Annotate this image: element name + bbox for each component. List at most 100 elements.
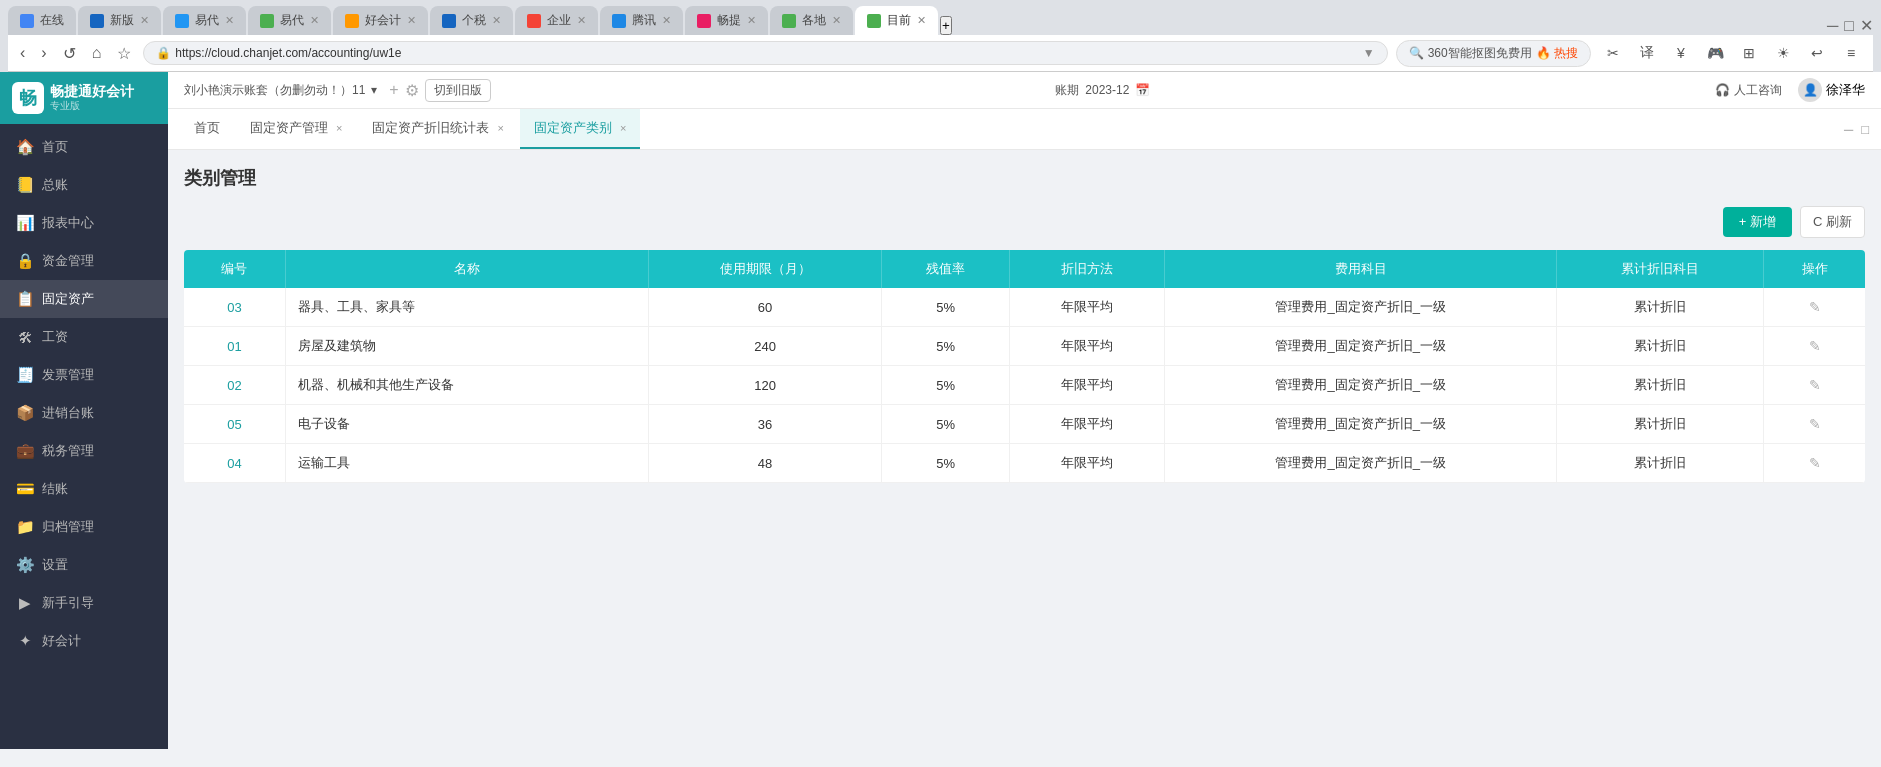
browser-tab-4[interactable]: 好会计 ✕ [333, 6, 428, 35]
dropdown-icon[interactable]: ▼ [1363, 46, 1375, 60]
tab-close-2[interactable]: ✕ [225, 14, 234, 27]
period-info: 账期 2023-12 📅 [1055, 82, 1150, 99]
tab-close-5[interactable]: ✕ [492, 14, 501, 27]
edit-icon-1[interactable]: ✎ [1809, 338, 1821, 354]
reload-btn[interactable]: ↺ [59, 42, 80, 65]
add-category-button[interactable]: + 新增 [1723, 207, 1792, 237]
browser-tab-2[interactable]: 易代 ✕ [163, 6, 246, 35]
game-icon[interactable]: 🎮 [1701, 39, 1729, 67]
cell-period-3: 36 [649, 405, 882, 444]
back-btn[interactable]: ‹ [16, 42, 29, 64]
sidebar-label-fixed-assets: 固定资产 [42, 290, 94, 308]
browser-tab-3[interactable]: 易代 ✕ [248, 6, 331, 35]
cell-residual-2: 5% [881, 366, 1009, 405]
browser-tab-9[interactable]: 各地 ✕ [770, 6, 853, 35]
sidebar-label-purchase-sales: 进销台账 [42, 404, 94, 422]
page-tab-fixed-assets-mgmt[interactable]: 固定资产管理 × [236, 109, 356, 149]
tab-minimize-icon[interactable]: ─ [1844, 122, 1853, 137]
forward-btn[interactable]: › [37, 42, 50, 64]
tab-close-3[interactable]: ✕ [310, 14, 319, 27]
menu-icon[interactable]: ≡ [1837, 39, 1865, 67]
undo-icon[interactable]: ↩ [1803, 39, 1831, 67]
tab-close-asset-category[interactable]: × [620, 122, 626, 134]
sidebar-item-salary[interactable]: 🛠 工资 [0, 318, 168, 356]
browser-tab-5[interactable]: 个税 ✕ [430, 6, 513, 35]
sidebar-item-invoice[interactable]: 🧾 发票管理 [0, 356, 168, 394]
switch-version-btn[interactable]: 切到旧版 [425, 79, 491, 102]
address-bar: ‹ › ↺ ⌂ ☆ 🔒 https://cloud.chanjet.com/ac… [8, 35, 1873, 72]
page-tab-asset-category[interactable]: 固定资产类别 × [520, 109, 640, 149]
cell-accum-4: 累计折旧 [1557, 444, 1764, 483]
edit-icon-3[interactable]: ✎ [1809, 416, 1821, 432]
edit-icon-2[interactable]: ✎ [1809, 377, 1821, 393]
user-avatar-area: 👤 徐泽华 [1798, 78, 1865, 102]
tab-close-8[interactable]: ✕ [747, 14, 756, 27]
translate-icon[interactable]: 译 [1633, 39, 1661, 67]
bookmark-btn[interactable]: ☆ [113, 42, 135, 65]
sidebar-item-more[interactable]: ✦ 好会计 [0, 622, 168, 660]
sidebar-item-settings[interactable]: ⚙️ 设置 [0, 546, 168, 584]
tab-maximize-icon[interactable]: □ [1861, 122, 1869, 137]
browser-tab-10[interactable]: 目前 ✕ [855, 6, 938, 35]
maximize-btn[interactable]: □ [1844, 17, 1854, 35]
sidebar-item-reports[interactable]: 📊 报表中心 [0, 204, 168, 242]
search-text: 360智能抠图免费用 [1428, 45, 1532, 62]
browser-tab-0[interactable]: 在线 [8, 6, 76, 35]
edit-icon-4[interactable]: ✎ [1809, 455, 1821, 471]
sidebar-item-purchase-sales[interactable]: 📦 进销台账 [0, 394, 168, 432]
cell-edit-3[interactable]: ✎ [1764, 405, 1865, 444]
right-panel: 刘小艳演示账套（勿删勿动！）11 ▾ + ⚙ 切到旧版 账期 2023-12 📅… [168, 72, 1881, 749]
sidebar-item-checkout[interactable]: 💳 结账 [0, 470, 168, 508]
home-btn[interactable]: ⌂ [88, 42, 106, 64]
minimize-btn[interactable]: ─ [1827, 17, 1838, 35]
dropdown-arrow[interactable]: ▾ [371, 83, 377, 97]
calendar-icon[interactable]: 📅 [1135, 83, 1150, 97]
sidebar-item-fixed-assets[interactable]: 📋 固定资产 [0, 280, 168, 318]
content-area: 类别管理 + 新增 C 刷新 编号 名称 使用期限（月） 残值率 折旧方法 费用… [168, 150, 1881, 749]
scissors-icon[interactable]: ✂ [1599, 39, 1627, 67]
brightness-icon[interactable]: ☀ [1769, 39, 1797, 67]
cell-edit-0[interactable]: ✎ [1764, 288, 1865, 327]
sidebar-item-archive[interactable]: 📁 归档管理 [0, 508, 168, 546]
tab-close-7[interactable]: ✕ [662, 14, 671, 27]
cell-edit-4[interactable]: ✎ [1764, 444, 1865, 483]
browser-tab-6[interactable]: 企业 ✕ [515, 6, 598, 35]
tab-close-10[interactable]: ✕ [917, 14, 926, 27]
support-btn[interactable]: 🎧 人工咨询 [1715, 82, 1782, 99]
edit-icon-0[interactable]: ✎ [1809, 299, 1821, 315]
close-btn[interactable]: ✕ [1860, 16, 1873, 35]
checkout-icon: 💳 [16, 480, 34, 498]
cell-edit-2[interactable]: ✎ [1764, 366, 1865, 405]
tab-close-4[interactable]: ✕ [407, 14, 416, 27]
sidebar-label-more: 好会计 [42, 632, 81, 650]
sidebar-label-tax: 税务管理 [42, 442, 94, 460]
tab-label-0: 在线 [40, 12, 64, 29]
grid-icon[interactable]: ⊞ [1735, 39, 1763, 67]
currency-icon[interactable]: ¥ [1667, 39, 1695, 67]
sidebar-item-tax[interactable]: 💼 税务管理 [0, 432, 168, 470]
tab-close-1[interactable]: ✕ [140, 14, 149, 27]
tab-close-6[interactable]: ✕ [577, 14, 586, 27]
plus-btn[interactable]: + [389, 81, 398, 99]
sidebar-item-guide[interactable]: ▶ 新手引导 [0, 584, 168, 622]
page-tab-home[interactable]: 首页 [180, 109, 234, 149]
browser-tab-8[interactable]: 畅提 ✕ [685, 6, 768, 35]
window-controls-group: ─ □ ✕ [1827, 16, 1873, 35]
search-bar[interactable]: 🔍 360智能抠图免费用 🔥 热搜 [1396, 40, 1591, 67]
browser-tab-7[interactable]: 腾讯 ✕ [600, 6, 683, 35]
tab-close-9[interactable]: ✕ [832, 14, 841, 27]
page-tab-depreciation-table[interactable]: 固定资产折旧统计表 × [358, 109, 517, 149]
sidebar-item-ledger[interactable]: 📒 总账 [0, 166, 168, 204]
tab-close-fixed-assets-mgmt[interactable]: × [336, 122, 342, 134]
refresh-button[interactable]: C 刷新 [1800, 206, 1865, 238]
guide-icon: ▶ [16, 594, 34, 612]
tab-close-depreciation-table[interactable]: × [497, 122, 503, 134]
new-tab-button[interactable]: + [940, 16, 952, 35]
sidebar-item-funds[interactable]: 🔒 资金管理 [0, 242, 168, 280]
url-bar[interactable]: 🔒 https://cloud.chanjet.com/accounting/u… [143, 41, 1387, 65]
cell-edit-1[interactable]: ✎ [1764, 327, 1865, 366]
browser-tab-1[interactable]: 新版 ✕ [78, 6, 161, 35]
sidebar-item-home[interactable]: 🏠 首页 [0, 128, 168, 166]
app-title: 畅捷通好会计 [50, 83, 134, 100]
gear-btn[interactable]: ⚙ [405, 81, 419, 100]
